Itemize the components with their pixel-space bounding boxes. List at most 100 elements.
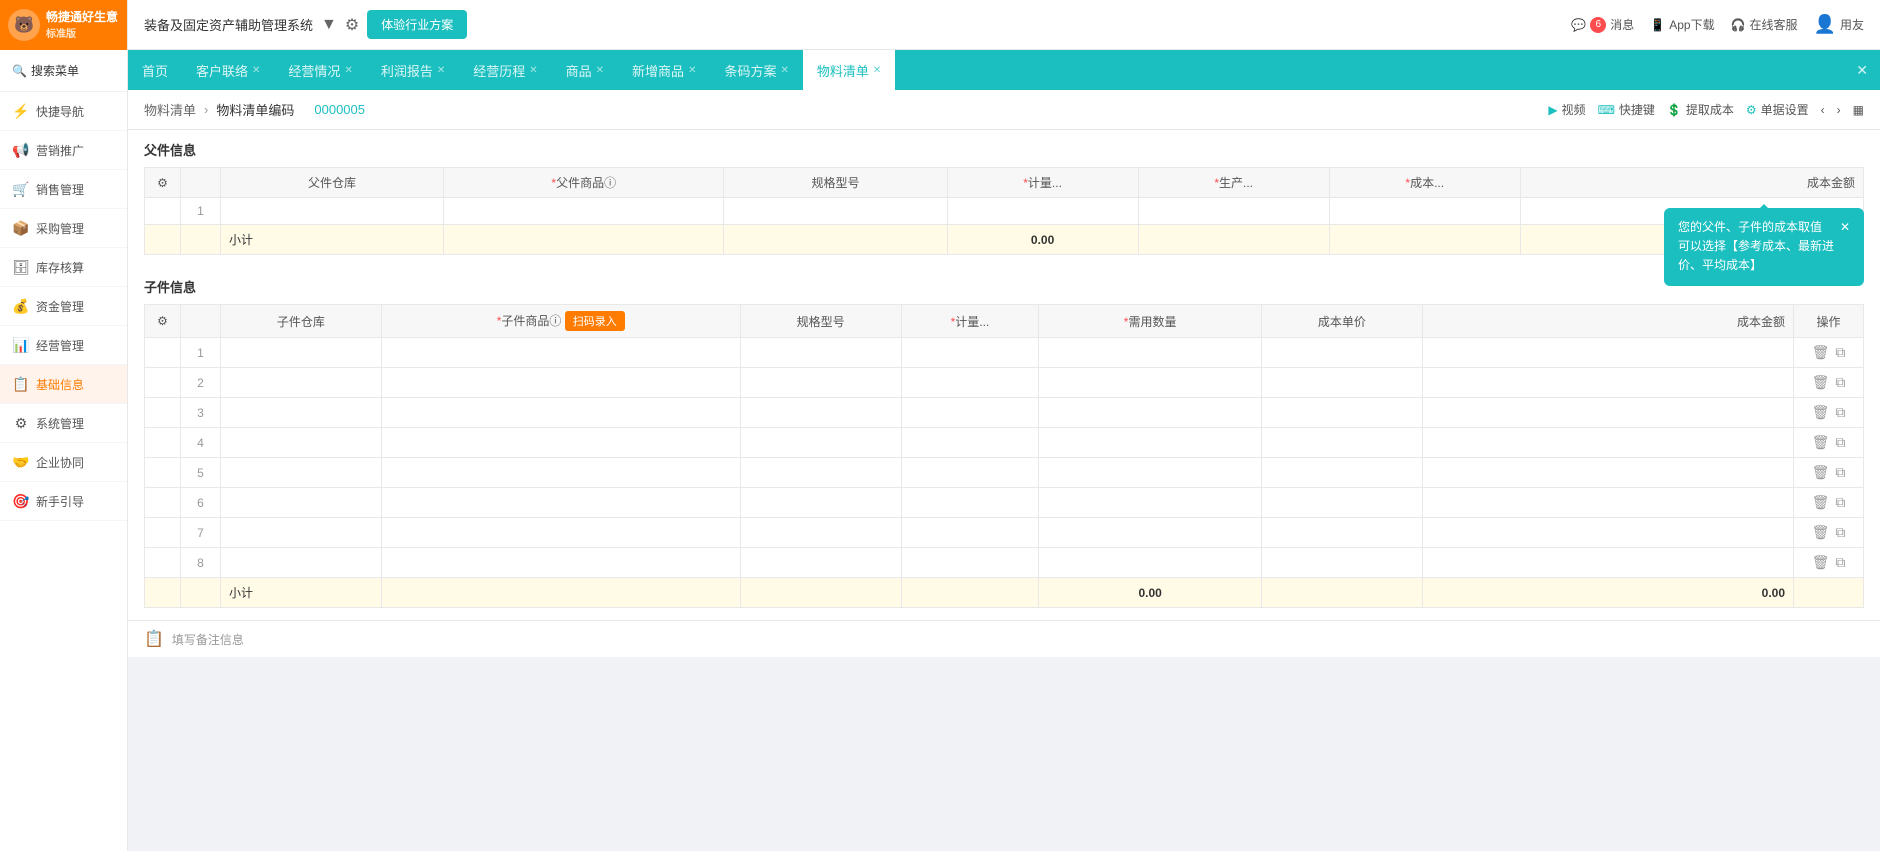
settings-label: 单据设置 — [1761, 101, 1809, 118]
child-table-header: ⚙ 子件仓库 *子件商品ⓘ 扫码录入 规格型号 *计量... *需用数量 成本单… — [145, 305, 1864, 338]
search-icon: 🔍 — [12, 64, 27, 78]
sidebar-item-marketing[interactable]: 📢 营销推广 — [0, 131, 127, 170]
delete-icon[interactable]: 🗑 — [1812, 434, 1830, 451]
trial-button[interactable]: 体验行业方案 — [367, 10, 467, 39]
sidebar-item-system[interactable]: ⚙ 系统管理 — [0, 404, 127, 443]
view-action[interactable]: ▶ 视频 — [1548, 101, 1585, 118]
parent-col-settings: ⚙ — [145, 168, 181, 198]
sidebar-item-label: 系统管理 — [36, 415, 84, 432]
sidebar-item-sales[interactable]: 🛒 销售管理 — [0, 170, 127, 209]
tooltip-text: 您的父件、子件的成本取值可以选择【参考成本、最新进价、平均成本】 — [1678, 220, 1834, 272]
search-menu-button[interactable]: 🔍 搜索菜单 — [8, 58, 119, 83]
copy-icon[interactable]: ⧉ — [1835, 344, 1845, 361]
header-left: 装备及固定资产辅助管理系统 ▼ ⚙ 体验行业方案 — [144, 10, 467, 39]
child-col-action: 操作 — [1794, 305, 1864, 338]
prev-action[interactable]: ‹ — [1821, 103, 1825, 117]
search-label: 搜索菜单 — [31, 62, 79, 79]
tab-close-bom[interactable]: ✕ — [873, 65, 881, 76]
table-row: 4 🗑 ⧉ — [145, 428, 1864, 458]
tab-close-product[interactable]: ✕ — [596, 65, 604, 76]
sidebar-item-label: 营销推广 — [36, 142, 84, 159]
sidebar-item-enterprise[interactable]: 🤝 企业协同 — [0, 443, 127, 482]
gear-button[interactable]: ⚙ — [345, 15, 359, 35]
nav-tab-new-product[interactable]: 新增商品 ✕ — [618, 50, 710, 90]
tab-close-new-product[interactable]: ✕ — [688, 65, 696, 76]
tab-close-customer[interactable]: ✕ — [252, 65, 260, 76]
sidebar-item-operation[interactable]: 📊 经营管理 — [0, 326, 127, 365]
delete-icon[interactable]: 🗑 — [1812, 404, 1830, 421]
sidebar-item-label: 新手引导 — [36, 493, 84, 510]
bottom-bar: 📋 填写备注信息 — [128, 620, 1880, 657]
play-icon: ▶ — [1548, 103, 1557, 117]
tab-close-profit[interactable]: ✕ — [437, 65, 445, 76]
sidebar-item-basic-info[interactable]: 📋 基础信息 — [0, 365, 127, 404]
sidebar-nav: ⚡ 快捷导航 📢 营销推广 🛒 销售管理 📦 采购管理 🗄 库存核算 💰 资金管… — [0, 92, 127, 521]
tab-label: 利润报告 — [381, 61, 433, 80]
parent-col-amount: 成本金额 — [1520, 168, 1863, 198]
nav-tab-customer[interactable]: 客户联络 ✕ — [182, 50, 274, 90]
nav-tab-bom[interactable]: 物料清单 ✕ — [803, 50, 895, 90]
nav-tab-barcode[interactable]: 条码方案 ✕ — [710, 50, 802, 90]
app-download-action[interactable]: 📱 App下载 — [1650, 16, 1714, 33]
sidebar-item-guide[interactable]: 🎯 新手引导 — [0, 482, 127, 521]
copy-icon[interactable]: ⧉ — [1835, 554, 1845, 571]
table-row: 7 🗑 ⧉ — [145, 518, 1864, 548]
copy-icon[interactable]: ⧉ — [1835, 374, 1845, 391]
shortcut-action[interactable]: ⌨ 快捷键 — [1598, 101, 1655, 118]
delete-icon[interactable]: 🗑 — [1812, 344, 1830, 361]
app-subtitle: 标准版 — [46, 25, 118, 40]
delete-icon[interactable]: 🗑 — [1812, 524, 1830, 541]
nav-tab-product[interactable]: 商品 ✕ — [552, 50, 618, 90]
delete-icon[interactable]: 🗑 — [1812, 374, 1830, 391]
copy-icon[interactable]: ⧉ — [1835, 464, 1845, 481]
settings-action[interactable]: ⚙ 单据设置 — [1746, 101, 1809, 118]
child-table: ⚙ 子件仓库 *子件商品ⓘ 扫码录入 规格型号 *计量... *需用数量 成本单… — [144, 304, 1864, 608]
delete-icon[interactable]: 🗑 — [1812, 464, 1830, 481]
sidebar-search[interactable]: 🔍 搜索菜单 — [0, 50, 127, 92]
copy-icon[interactable]: ⧉ — [1835, 524, 1845, 541]
nav-tab-business[interactable]: 经营情况 ✕ — [274, 50, 366, 90]
settings-button[interactable]: ▼ — [321, 16, 337, 34]
tab-label: 客户联络 — [196, 61, 248, 80]
page-actions: ▶ 视频 ⌨ 快捷键 💲 提取成本 ⚙ 单据设置 ‹ — [1548, 101, 1864, 118]
delete-icon[interactable]: 🗑 — [1812, 554, 1830, 571]
sidebar-item-finance[interactable]: 💰 资金管理 — [0, 287, 127, 326]
copy-icon[interactable]: ⧉ — [1835, 404, 1845, 421]
message-action[interactable]: 💬 6 消息 — [1571, 16, 1634, 33]
parent-col-warehouse: 父件仓库 — [221, 168, 444, 198]
nav-tab-home[interactable]: 首页 — [128, 50, 182, 90]
cost-action[interactable]: 💲 提取成本 — [1667, 101, 1734, 118]
breadcrumb-home[interactable]: 物料清单 — [144, 100, 196, 119]
close-all-tabs[interactable]: ✕ — [1844, 62, 1880, 79]
nav-tab-history[interactable]: 经营历程 ✕ — [459, 50, 551, 90]
parent-col-spec: 规格型号 — [724, 168, 947, 198]
operation-icon: 📊 — [12, 336, 30, 354]
sidebar-item-label: 资金管理 — [36, 298, 84, 315]
user-action[interactable]: 👤 用友 — [1814, 14, 1864, 35]
parent-col-produce: *生产... — [1138, 168, 1329, 198]
headset-icon: 🎧 — [1731, 18, 1746, 32]
grid-action[interactable]: ▦ — [1853, 103, 1864, 117]
sidebar-item-quick-nav[interactable]: ⚡ 快捷导航 — [0, 92, 127, 131]
sidebar-item-inventory[interactable]: 🗄 库存核算 — [0, 248, 127, 287]
tooltip-close-btn[interactable]: ✕ — [1840, 218, 1850, 237]
parent-col-product: *父件商品ⓘ — [444, 168, 724, 198]
online-service-action[interactable]: 🎧 在线客服 — [1731, 16, 1798, 33]
copy-icon[interactable]: ⧉ — [1835, 434, 1845, 451]
nav-tab-profit[interactable]: 利润报告 ✕ — [367, 50, 459, 90]
note-placeholder[interactable]: 填写备注信息 — [172, 631, 244, 648]
tab-close-history[interactable]: ✕ — [529, 65, 537, 76]
parent-section: 父件信息 ⚙ 父件仓库 *父件商品ⓘ 规格型号 *计量... *生产... *成… — [128, 130, 1880, 267]
tab-close-barcode[interactable]: ✕ — [780, 65, 788, 76]
tab-close-business[interactable]: ✕ — [344, 65, 352, 76]
delete-icon[interactable]: 🗑 — [1812, 494, 1830, 511]
next-action[interactable]: › — [1837, 103, 1841, 117]
settings-icon: ⚙ — [1746, 103, 1757, 117]
child-section: 子件信息 ⚙ 子件仓库 *子件商品ⓘ 扫码录入 规格型号 *计量.. — [128, 267, 1880, 620]
scan-input-btn[interactable]: 扫码录入 — [565, 311, 625, 331]
app-title: 畅捷通好生意 — [46, 10, 118, 24]
logo-icon: 🐻 — [8, 9, 40, 41]
copy-icon[interactable]: ⧉ — [1835, 494, 1845, 511]
note-icon: 📋 — [144, 629, 164, 649]
sidebar-item-purchase[interactable]: 📦 采购管理 — [0, 209, 127, 248]
